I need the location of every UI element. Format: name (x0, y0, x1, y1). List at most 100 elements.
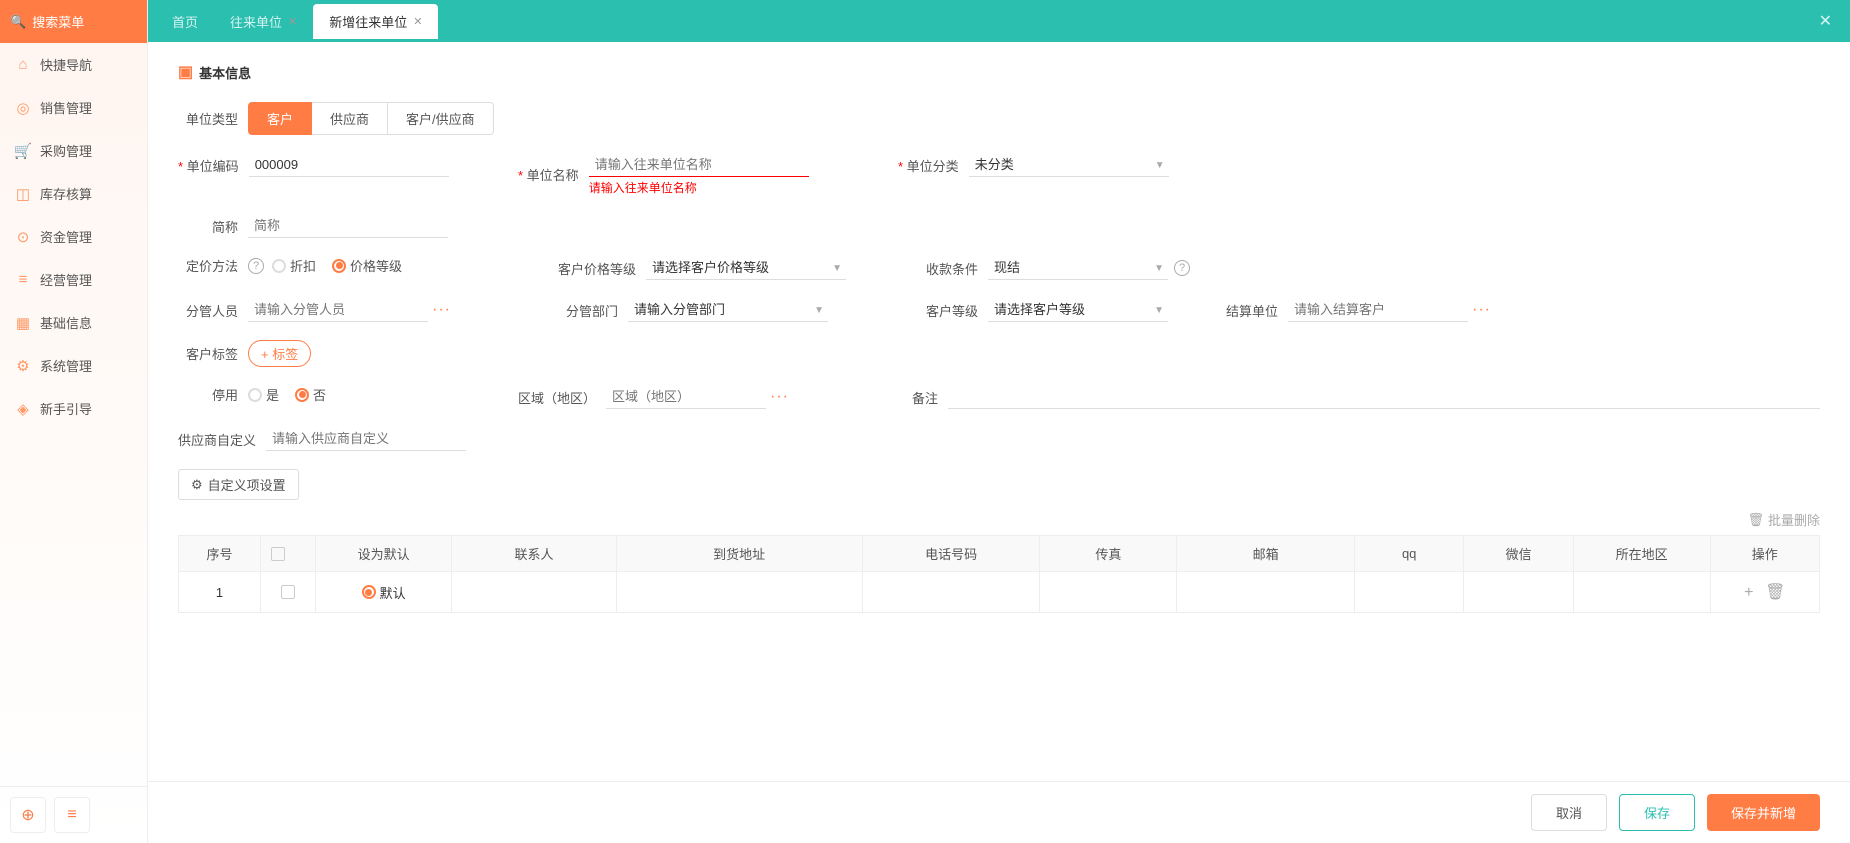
remarks-group: 备注 (878, 385, 1820, 409)
region-more-btn[interactable]: ··· (766, 388, 793, 406)
row-fax[interactable] (1040, 572, 1177, 613)
row-region[interactable] (1573, 572, 1710, 613)
sidebar-item-guide[interactable]: ◈ 新手引导 (0, 387, 147, 430)
sidebar-item-sales[interactable]: ◎ 销售管理 (0, 86, 147, 129)
col-seq: 序号 (179, 536, 261, 572)
window-close-btn[interactable]: ✕ (1809, 11, 1842, 31)
unit-name-input[interactable] (589, 153, 809, 177)
tab-partners-close[interactable]: ✕ (288, 15, 297, 28)
row-phone[interactable] (862, 572, 1040, 613)
sidebar-bottom-btn-2[interactable]: ≡ (54, 797, 90, 833)
sidebar-item-operations[interactable]: ≡ 经营管理 (0, 258, 147, 301)
pricing-help-icon[interactable]: ? (248, 258, 264, 274)
row-customer-tag: 客户标签 + 标签 (178, 340, 1820, 367)
pricing-radio-level[interactable]: 价格等级 (332, 256, 402, 275)
row-email-input[interactable] (1187, 585, 1344, 600)
sidebar-item-finance[interactable]: ⊙ 资金管理 (0, 215, 147, 258)
unit-code-label: 单位编码 (178, 156, 249, 175)
department-select[interactable]: 请输入分管部门 (628, 298, 828, 322)
row-checkbox[interactable] (281, 585, 295, 599)
sidebar-item-basic[interactable]: ▦ 基础信息 (0, 301, 147, 344)
payment-terms-select[interactable]: 现结 (988, 256, 1168, 280)
unit-name-error: 请输入往来单位名称 (589, 179, 898, 196)
sidebar-item-system[interactable]: ⚙ 系统管理 (0, 344, 147, 387)
row-contact[interactable] (452, 572, 616, 613)
customer-price-level-select[interactable]: 请选择客户价格等级 (646, 256, 846, 280)
row-fax-input[interactable] (1050, 585, 1166, 600)
row-region-input[interactable] (1584, 585, 1700, 600)
row-address-input[interactable] (627, 585, 852, 600)
row-email[interactable] (1177, 572, 1355, 613)
pricing-radio-discount[interactable]: 折扣 (272, 256, 316, 275)
unit-type-buttons: 客户 供应商 客户/供应商 (248, 102, 494, 135)
disabled-radio-no[interactable]: 否 (295, 385, 326, 404)
disabled-radio-yes[interactable]: 是 (248, 385, 279, 404)
unit-code-input[interactable] (249, 153, 449, 177)
row-short-name: 简称 (178, 214, 1820, 238)
supervisor-group: 分管人员 ··· (178, 298, 558, 322)
sidebar-item-quick-nav[interactable]: ⌂ 快捷导航 (0, 43, 147, 86)
sidebar-item-label: 库存核算 (40, 184, 92, 203)
sidebar-item-inventory[interactable]: ◫ 库存核算 (0, 172, 147, 215)
save-button[interactable]: 保存 (1619, 794, 1695, 831)
tab-new-partner-label: 新增往来单位 (329, 12, 407, 31)
col-fax: 传真 (1040, 536, 1177, 572)
sidebar-item-purchase[interactable]: 🛒 采购管理 (0, 129, 147, 172)
unit-btn-both[interactable]: 客户/供应商 (388, 102, 494, 135)
sidebar-item-label: 系统管理 (40, 356, 92, 375)
custom-settings-btn[interactable]: ⚙ 自定义项设置 (178, 469, 299, 500)
supervisor-input[interactable] (248, 298, 428, 322)
row-delete-btn[interactable]: 🗑 (1761, 580, 1789, 604)
save-new-button[interactable]: 保存并新增 (1707, 794, 1820, 831)
row-contact-input[interactable] (462, 585, 605, 600)
tab-new-partner-close[interactable]: ✕ (413, 15, 422, 28)
department-group: 分管部门 请输入分管部门 ▼ (558, 298, 918, 322)
tab-partners[interactable]: 往来单位 ✕ (214, 4, 313, 39)
row-qq-input[interactable] (1365, 585, 1453, 600)
supervisor-more-btn[interactable]: ··· (428, 301, 455, 319)
operations-icon: ≡ (14, 271, 32, 289)
col-check (261, 536, 316, 572)
row-add-btn[interactable]: + (1740, 582, 1757, 604)
sidebar: 🔍 搜索菜单 ⌂ 快捷导航 ◎ 销售管理 🛒 采购管理 ◫ 库存核算 ⊙ 资金管… (0, 0, 148, 843)
sidebar-bottom-btn-1[interactable]: ⊕ (10, 797, 46, 833)
custom-settings-label: 自定义项设置 (208, 475, 286, 494)
unit-btn-supplier[interactable]: 供应商 (312, 102, 388, 135)
unit-btn-customer[interactable]: 客户 (248, 102, 312, 135)
tab-new-partner[interactable]: 新增往来单位 ✕ (313, 4, 438, 39)
pricing-radio-level-dot (332, 259, 346, 273)
tab-home[interactable]: 首页 (156, 4, 214, 39)
select-all-checkbox[interactable] (271, 547, 285, 561)
settlement-unit-input[interactable] (1288, 298, 1468, 322)
unit-name-label: 单位名称 (518, 165, 589, 184)
customer-level-select[interactable]: 请选择客户等级 (988, 298, 1168, 322)
add-tag-btn[interactable]: + 标签 (248, 340, 311, 367)
sidebar-search[interactable]: 🔍 搜索菜单 (0, 0, 147, 43)
guide-icon: ◈ (14, 400, 32, 418)
row-wechat[interactable] (1464, 572, 1573, 613)
remarks-input[interactable] (948, 385, 1820, 409)
disabled-radio-yes-dot (248, 388, 262, 402)
payment-terms-help-icon[interactable]: ? (1174, 260, 1190, 276)
unit-category-label: 单位分类 (898, 156, 969, 175)
short-name-input[interactable] (248, 214, 448, 238)
row-default-radio[interactable] (362, 585, 376, 599)
region-input[interactable] (606, 385, 766, 409)
row-qq[interactable] (1355, 572, 1464, 613)
row-wechat-input[interactable] (1474, 585, 1562, 600)
sidebar-item-label: 采购管理 (40, 141, 92, 160)
table-header: 序号 设为默认 联系人 到货地址 电话号码 传真 邮箱 qq 微信 所在地区 (179, 536, 1820, 572)
settlement-unit-group: 结算单位 ··· (1218, 298, 1820, 322)
batch-delete-label[interactable]: 批量删除 (1768, 510, 1820, 529)
unit-category-select[interactable]: 未分类 (969, 153, 1169, 177)
col-address: 到货地址 (616, 536, 862, 572)
supplier-custom-input[interactable] (266, 427, 466, 451)
pricing-radio-discount-label: 折扣 (290, 256, 316, 275)
settlement-unit-more-btn[interactable]: ··· (1468, 301, 1495, 319)
customer-tag-label: 客户标签 (178, 344, 248, 363)
row-phone-input[interactable] (873, 585, 1030, 600)
customer-level-select-wrapper: 请选择客户等级 ▼ (988, 298, 1168, 322)
sidebar-item-label: 销售管理 (40, 98, 92, 117)
row-address[interactable] (616, 572, 862, 613)
cancel-button[interactable]: 取消 (1531, 794, 1607, 831)
